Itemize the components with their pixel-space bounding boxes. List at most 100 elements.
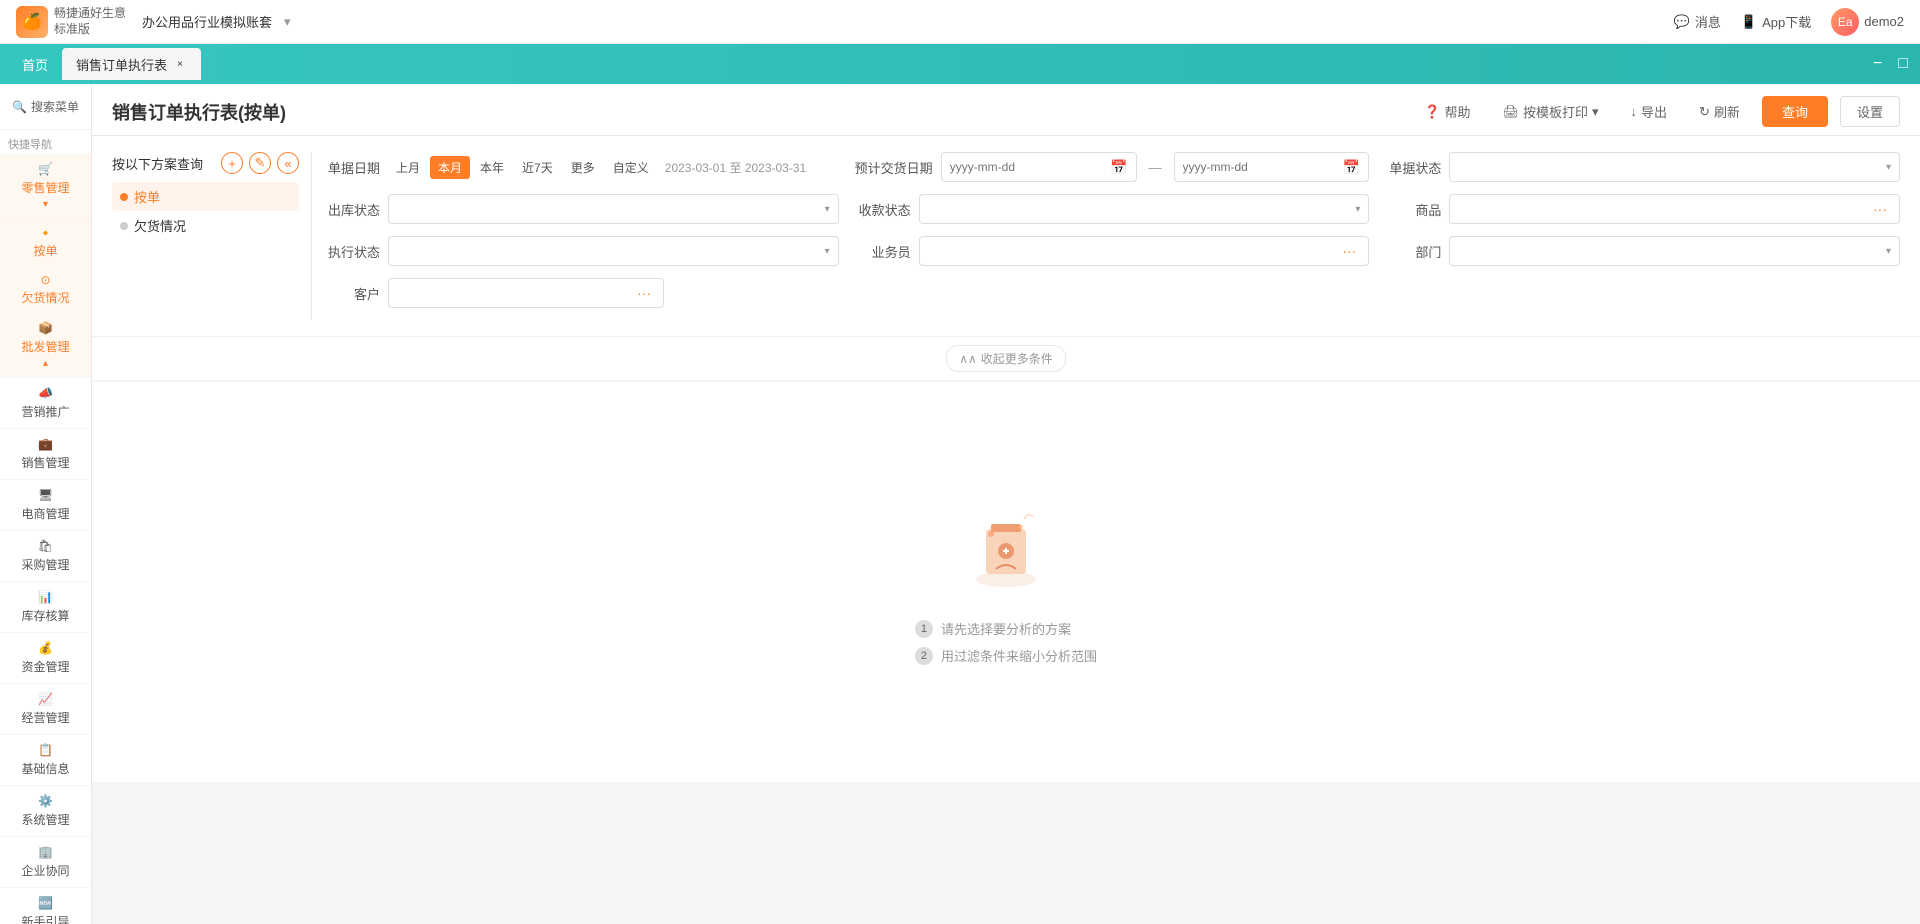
settings-button[interactable]: 设置	[1840, 96, 1900, 127]
payment-arrow-icon: ▾	[1355, 204, 1360, 215]
expected-date-end-wrap: 📅	[1174, 152, 1370, 182]
sidebar-item-finance[interactable]: 💰 资金管理	[0, 633, 91, 684]
department-select[interactable]: ▾	[1449, 236, 1900, 266]
goods-select[interactable]: ···	[1449, 194, 1900, 224]
tab-minimize-button[interactable]: −	[1869, 51, 1886, 77]
edit-scheme-button[interactable]: ✎	[249, 152, 271, 174]
expected-date-end-input[interactable]	[1183, 160, 1343, 174]
goods-dots-icon[interactable]: ···	[1869, 201, 1891, 217]
message-button[interactable]: 💬 消息	[1674, 12, 1721, 31]
date-tab-this-year[interactable]: 本年	[472, 156, 512, 179]
date-tab-7days[interactable]: 近7天	[514, 156, 561, 179]
finance-icon: 💰	[38, 641, 53, 655]
export-button[interactable]: ↓ 导出	[1621, 98, 1678, 125]
sidebar-item-purchase[interactable]: 🛍 采购管理	[0, 531, 91, 582]
page-title: 销售订单执行表(按单)	[112, 99, 286, 125]
expected-date-start-input[interactable]	[950, 160, 1110, 174]
collapse-scheme-button[interactable]: «	[277, 152, 299, 174]
filter-scheme-panel: 按以下方案查询 + ✎ « 按单	[112, 152, 312, 320]
filter-scheme-header: 按以下方案查询 + ✎ «	[112, 152, 299, 174]
payment-status-select[interactable]: ▾	[919, 194, 1370, 224]
delivery-status-field: 出库状态 ▾	[324, 194, 839, 224]
department-label: 部门	[1385, 242, 1441, 261]
query-button[interactable]: 查询	[1762, 96, 1828, 127]
sidebar-item-operations[interactable]: 📈 经营管理	[0, 684, 91, 735]
sidebar-item-guide[interactable]: 🆕 新手引导	[0, 888, 91, 924]
search-icon: 🔍	[12, 100, 27, 114]
date-tab-custom[interactable]: 自定义	[605, 156, 657, 179]
tab-home[interactable]: 首页	[8, 48, 62, 80]
print-button[interactable]: 🖨 按模板打印 ▾	[1492, 98, 1608, 125]
page-header: 销售订单执行表(按单) ❓ 帮助 🖨 按模板打印 ▾ ↓ 导出 ↻ 刷新	[92, 84, 1920, 136]
execution-status-select[interactable]: ▾	[388, 236, 839, 266]
sales-icon: 💼	[38, 437, 53, 451]
user-menu[interactable]: Ea demo2	[1831, 8, 1904, 36]
retail-arrow-icon: ▾	[43, 199, 48, 210]
collapse-button[interactable]: ∧∧ 收起更多条件	[946, 345, 1066, 372]
expected-date-start-wrap: 📅	[941, 152, 1137, 182]
help-button[interactable]: ❓ 帮助	[1414, 98, 1480, 125]
operations-icon: 📈	[38, 692, 53, 706]
empty-illustration	[956, 499, 1056, 599]
sidebar-item-wholesale[interactable]: 📦 批发管理 ▴	[0, 313, 91, 378]
search-menu-button[interactable]: 🔍 搜索菜单	[8, 92, 83, 121]
sidebar-item-retail[interactable]: 🛒 零售管理 ▾	[0, 154, 91, 219]
scheme-item-by-order[interactable]: 按单	[112, 182, 299, 211]
customer-label: 客户	[324, 284, 380, 303]
sidebar-item-marketing[interactable]: 📣 营销推广	[0, 378, 91, 429]
calendar-end-icon: 📅	[1343, 159, 1360, 176]
sidebar-item-ecommerce[interactable]: 🖥 电商管理	[0, 480, 91, 531]
customer-dots-icon[interactable]: ···	[633, 285, 655, 301]
goods-field: 商品 ···	[1385, 194, 1900, 224]
sidebar-item-sales[interactable]: 💼 销售管理	[0, 429, 91, 480]
main-layout: 🔍 搜索菜单 快捷导航 🛒 零售管理 ▾ 🔸 按单 ⊙ 欠货情况 📦 批发管理 …	[0, 84, 1920, 924]
delivery-arrow-icon: ▾	[825, 204, 830, 215]
filter-row-4: 客户 ···	[324, 278, 1900, 308]
system-icon: ⚙️	[38, 794, 53, 808]
filter-fields: 单据日期 上月 本月 本年 近7天 更多 自定义 2023-03-01 至 20…	[324, 152, 1900, 320]
sidebar-item-backorder[interactable]: ⊙ 欠货情况	[0, 266, 91, 313]
top-bar: 🍊 畅捷通好生意 标准版 办公用品行业模拟账套 ▾ 💬 消息 📱 App下载 E…	[0, 0, 1920, 44]
tab-close-icon[interactable]: ×	[173, 57, 187, 71]
sidebar-item-system[interactable]: ⚙️ 系统管理	[0, 786, 91, 837]
filter-scheme-icons: + ✎ «	[221, 152, 299, 174]
logo-icon: 🍊	[16, 6, 48, 38]
filter-scheme-title: 按以下方案查询	[112, 154, 203, 173]
execution-status-field: 执行状态 ▾	[324, 236, 839, 266]
tip-num-2: 2	[915, 647, 933, 665]
status-select[interactable]: ▾	[1449, 152, 1900, 182]
date-range-text: 2023-03-01 至 2023-03-31	[665, 159, 806, 176]
add-scheme-button[interactable]: +	[221, 152, 243, 174]
date-tab-this-month[interactable]: 本月	[430, 156, 470, 179]
marketing-icon: 📣	[38, 386, 53, 400]
empty-state: 1 请先选择要分析的方案 2 用过滤条件来缩小分析范围	[92, 382, 1920, 782]
wholesale-icon: 📦	[38, 321, 53, 335]
date-tab-more[interactable]: 更多	[563, 156, 603, 179]
help-icon: ❓	[1424, 104, 1440, 120]
app-download-button[interactable]: 📱 App下载	[1741, 12, 1811, 31]
sidebar-item-inventory[interactable]: 📊 库存核算	[0, 582, 91, 633]
tab-bar-right: − □	[1869, 51, 1912, 77]
date-tab-last-month[interactable]: 上月	[388, 156, 428, 179]
collapse-up-icon: ∧∧	[959, 352, 977, 366]
execution-arrow-icon: ▾	[825, 246, 830, 257]
customer-select[interactable]: ···	[388, 278, 664, 308]
refresh-button[interactable]: ↻ 刷新	[1689, 98, 1750, 125]
sidebar: 🔍 搜索菜单 快捷导航 🛒 零售管理 ▾ 🔸 按单 ⊙ 欠货情况 📦 批发管理 …	[0, 84, 92, 924]
tab-sales-order[interactable]: 销售订单执行表 ×	[62, 48, 201, 80]
sidebar-item-by-order[interactable]: 🔸 按单	[0, 219, 91, 266]
top-bar-dropdown-icon[interactable]: ▾	[284, 14, 291, 30]
top-bar-left: 🍊 畅捷通好生意 标准版 办公用品行业模拟账套 ▾	[16, 6, 291, 38]
status-field: 单据状态 ▾	[1385, 152, 1900, 182]
tab-maximize-button[interactable]: □	[1894, 51, 1912, 77]
salesperson-dots-icon[interactable]: ···	[1338, 243, 1360, 259]
print-icon: 🖨	[1502, 104, 1519, 120]
sidebar-item-enterprise[interactable]: 🏢 企业协同	[0, 837, 91, 888]
delivery-status-select[interactable]: ▾	[388, 194, 839, 224]
content-area: 销售订单执行表(按单) ❓ 帮助 🖨 按模板打印 ▾ ↓ 导出 ↻ 刷新	[92, 84, 1920, 924]
scheme-item-backorder[interactable]: 欠货情况	[112, 211, 299, 240]
scheme-dot-inactive	[120, 222, 128, 230]
basics-icon: 📋	[38, 743, 53, 757]
sidebar-item-basics[interactable]: 📋 基础信息	[0, 735, 91, 786]
salesperson-select[interactable]: ···	[919, 236, 1370, 266]
